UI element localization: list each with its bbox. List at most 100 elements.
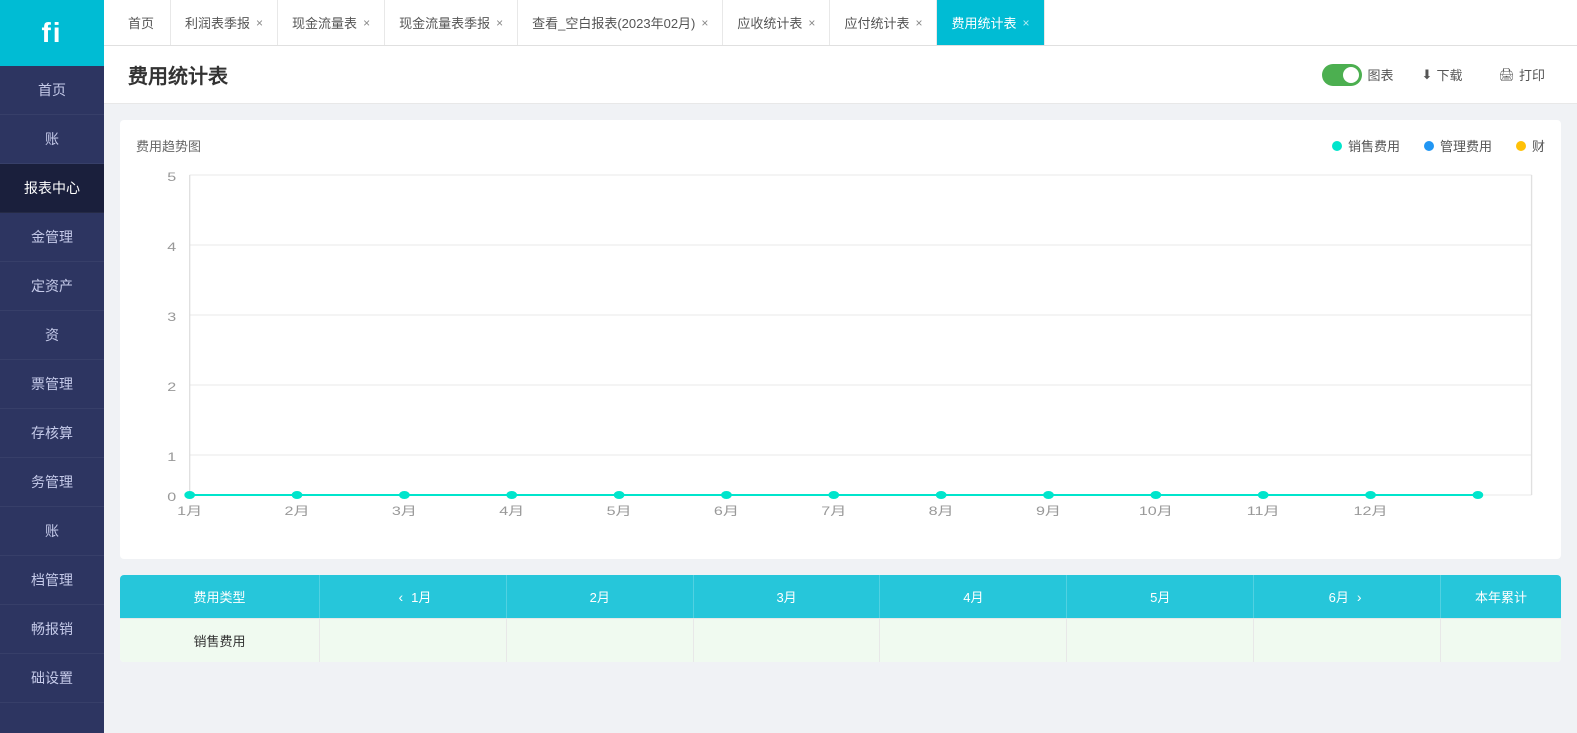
table-cell-m6 <box>1254 619 1441 662</box>
table-section: 费用类型 ‹ 1月 2月 3月 4月 5月 6月 › 本年累计 销售费用 <box>120 575 1561 662</box>
tab-close-cash-flow[interactable]: × <box>363 16 370 30</box>
chart-toggle-label: 图表 <box>1368 65 1394 84</box>
svg-text:1月: 1月 <box>177 505 202 519</box>
table-header: 费用类型 ‹ 1月 2月 3月 4月 5月 6月 › 本年累计 <box>120 575 1561 618</box>
chart-point-2 <box>292 491 303 499</box>
legend-dot-admin <box>1424 141 1434 151</box>
chart-title: 费用趋势图 <box>136 136 201 155</box>
tab-close-cash-flow-quarter[interactable]: × <box>496 16 503 30</box>
chart-svg: 5 4 3 2 1 0 <box>136 163 1545 523</box>
sidebar-item-fund-management[interactable]: 金管理 <box>0 213 104 262</box>
sidebar-item-ticket-management[interactable]: 票管理 <box>0 360 104 409</box>
tab-check-blank[interactable]: 查看_空白报表(2023年02月) × <box>518 0 723 45</box>
sidebar-item-fixed-assets[interactable]: 定资产 <box>0 262 104 311</box>
table-header-month6: 6月 › <box>1254 575 1441 618</box>
legend-dot-finance <box>1516 141 1526 151</box>
svg-text:11月: 11月 <box>1247 505 1280 519</box>
table-header-month4: 4月 <box>880 575 1067 618</box>
tab-close-payable[interactable]: × <box>915 16 922 30</box>
table-cell-m4 <box>880 619 1067 662</box>
table-header-month2: 2月 <box>507 575 694 618</box>
legend-dot-sales <box>1332 141 1342 151</box>
chart-point-11 <box>1258 491 1269 499</box>
chart-point-13 <box>1473 491 1484 499</box>
legend-label-sales: 销售费用 <box>1348 136 1400 155</box>
sidebar: fi 首页 账 报表中心 金管理 定资产 资 票管理 存核算 务管理 账 档管理… <box>0 0 104 733</box>
tab-expense-stats[interactable]: 费用统计表 × <box>937 0 1044 45</box>
svg-text:6月: 6月 <box>714 505 739 519</box>
tab-close-check-blank[interactable]: × <box>701 16 708 30</box>
table-header-type: 费用类型 <box>120 575 320 618</box>
chart-legend: 销售费用 管理费用 财 <box>1332 136 1545 155</box>
sidebar-item-smooth-write-off[interactable]: 畅报销 <box>0 605 104 654</box>
svg-text:0: 0 <box>167 491 176 505</box>
svg-text:2: 2 <box>167 381 176 395</box>
tab-close-profit-quarter[interactable]: × <box>256 16 263 30</box>
download-button[interactable]: ⬇ 下载 <box>1414 61 1471 88</box>
sidebar-item-home[interactable]: 首页 <box>0 66 104 115</box>
print-button[interactable]: 🖨 打印 <box>1490 61 1553 88</box>
sidebar-item-inventory[interactable]: 存核算 <box>0 409 104 458</box>
tab-close-receivable[interactable]: × <box>808 16 815 30</box>
table-cell-m5 <box>1067 619 1254 662</box>
chart-toggle-wrap: 图表 <box>1322 64 1394 86</box>
chart-toggle[interactable] <box>1322 64 1362 86</box>
sidebar-item-report-center[interactable]: 报表中心 <box>0 164 104 213</box>
tab-payable[interactable]: 应付统计表 × <box>830 0 937 45</box>
sidebar-item-service-management[interactable]: 务管理 <box>0 458 104 507</box>
svg-text:3月: 3月 <box>392 505 417 519</box>
table-row: 销售费用 <box>120 618 1561 662</box>
svg-text:12月: 12月 <box>1354 505 1388 519</box>
svg-text:8月: 8月 <box>929 505 954 519</box>
nav-next-arrow[interactable]: › <box>1353 589 1366 605</box>
main-content: 首页 利润表季报 × 现金流量表 × 现金流量表季报 × 查看_空白报表(202… <box>104 0 1577 733</box>
svg-text:9月: 9月 <box>1036 505 1061 519</box>
sidebar-logo: fi <box>0 0 104 66</box>
table-cell-m1 <box>320 619 507 662</box>
content-area: 费用趋势图 销售费用 管理费用 财 <box>104 104 1577 733</box>
tab-profit-quarter[interactable]: 利润表季报 × <box>171 0 278 45</box>
chart-point-4 <box>506 491 517 499</box>
svg-text:4月: 4月 <box>499 505 524 519</box>
tab-cash-flow-quarter[interactable]: 现金流量表季报 × <box>385 0 518 45</box>
print-icon: 🖨 <box>1498 67 1515 83</box>
svg-text:4: 4 <box>167 241 176 255</box>
sidebar-item-basic-settings[interactable]: 础设置 <box>0 654 104 703</box>
svg-text:1: 1 <box>167 451 176 465</box>
nav-prev-arrow[interactable]: ‹ <box>394 589 407 605</box>
svg-text:5: 5 <box>167 171 176 185</box>
table-cell-total <box>1441 619 1561 662</box>
chart-point-8 <box>936 491 947 499</box>
legend-sales-expense: 销售费用 <box>1332 136 1400 155</box>
chart-card: 费用趋势图 销售费用 管理费用 财 <box>120 120 1561 559</box>
sidebar-item-investment[interactable]: 资 <box>0 311 104 360</box>
sidebar-item-account[interactable]: 账 <box>0 115 104 164</box>
table-header-total: 本年累计 <box>1441 575 1561 618</box>
sidebar-item-file-management[interactable]: 档管理 <box>0 556 104 605</box>
legend-label-finance: 财 <box>1532 136 1545 155</box>
chart-point-5 <box>614 491 625 499</box>
table-header-month3: 3月 <box>694 575 881 618</box>
chart-container: 5 4 3 2 1 0 <box>136 163 1545 543</box>
tab-receivable[interactable]: 应收统计表 × <box>723 0 830 45</box>
tab-close-expense-stats[interactable]: × <box>1022 16 1029 30</box>
chart-point-9 <box>1043 491 1054 499</box>
table-header-month5: 5月 <box>1067 575 1254 618</box>
tab-home[interactable]: 首页 <box>112 0 171 45</box>
table-cell-m3 <box>694 619 881 662</box>
svg-text:7月: 7月 <box>821 505 846 519</box>
table-cell-m2 <box>507 619 694 662</box>
tab-cash-flow[interactable]: 现金流量表 × <box>278 0 385 45</box>
svg-text:3: 3 <box>167 311 176 325</box>
svg-text:2月: 2月 <box>285 505 310 519</box>
chart-point-10 <box>1150 491 1161 499</box>
chart-point-12 <box>1365 491 1376 499</box>
chart-point-3 <box>399 491 410 499</box>
svg-text:10月: 10月 <box>1139 505 1173 519</box>
chart-point-1 <box>184 491 195 499</box>
chart-point-6 <box>721 491 732 499</box>
svg-text:5月: 5月 <box>607 505 632 519</box>
table-header-month1: ‹ 1月 <box>320 575 507 618</box>
tab-bar: 首页 利润表季报 × 现金流量表 × 现金流量表季报 × 查看_空白报表(202… <box>104 0 1577 46</box>
sidebar-item-sub-account[interactable]: 账 <box>0 507 104 556</box>
